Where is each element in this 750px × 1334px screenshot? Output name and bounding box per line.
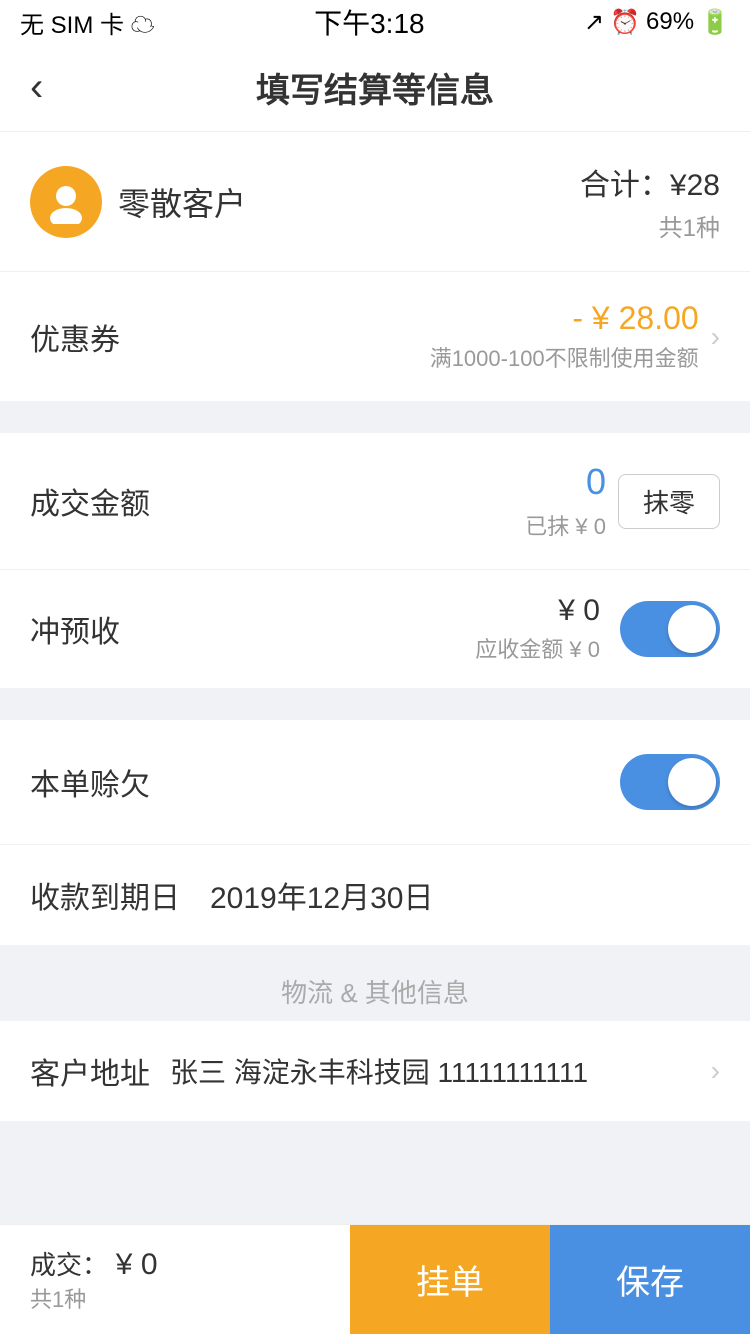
customer-left: 零散客户 — [30, 166, 246, 238]
nav-bar: ‹ 填写结算等信息 — [0, 44, 750, 132]
prepay-row: 冲预收 ¥ 0 应收金额 ¥ 0 — [0, 569, 750, 688]
hold-button[interactable]: 挂单 — [350, 1225, 550, 1334]
debt-row: 本单赊欠 — [0, 720, 750, 844]
debt-toggle-circle — [668, 758, 716, 806]
sim-status: 无 SIM 卡 ☁ — [20, 5, 155, 40]
coupon-desc: 满1000-100不限制使用金额 — [430, 341, 699, 373]
bottom-deal-amount: ¥ 0 — [116, 1248, 158, 1281]
prepay-right: ¥ 0 应收金额 ¥ 0 — [475, 594, 720, 664]
address-card: 客户地址 张三 海淀永丰科技园 11111111111 › — [0, 1021, 750, 1121]
main-content: 零散客户 合计：¥28 共1种 优惠券 - ¥ 28.00 满1000-100不… — [0, 132, 750, 1257]
round-zero-button[interactable]: 抹零 — [618, 474, 720, 529]
chevron-right-icon: › — [711, 321, 720, 353]
coupon-amount: - ¥ 28.00 — [430, 300, 699, 337]
section-divider-2 — [0, 704, 750, 720]
coupon-label: 优惠券 — [30, 315, 120, 359]
section-divider-1 — [0, 417, 750, 433]
bottom-deal-count: 共1种 — [30, 1282, 320, 1314]
prepay-toggle[interactable] — [620, 601, 720, 657]
coupon-row[interactable]: 优惠券 - ¥ 28.00 满1000-100不限制使用金额 › — [0, 271, 750, 401]
address-chevron-icon: › — [711, 1055, 720, 1087]
due-date-value: 2019年12月30日 — [210, 873, 433, 917]
save-button[interactable]: 保存 — [550, 1225, 750, 1334]
status-right: ↗ ⏰ 69% 🔋 — [584, 8, 730, 37]
prepay-values: ¥ 0 应收金额 ¥ 0 — [475, 594, 600, 664]
transaction-value-area: 0 已抹 ¥ 0 — [525, 461, 606, 541]
debt-label: 本单赊欠 — [30, 760, 150, 804]
customer-card: 零散客户 合计：¥28 共1种 优惠券 - ¥ 28.00 满1000-100不… — [0, 132, 750, 401]
prepay-amount: ¥ 0 — [475, 594, 600, 628]
prepay-receivable: 应收金额 ¥ 0 — [475, 632, 600, 664]
transaction-amount[interactable]: 0 — [525, 461, 606, 503]
battery-icon: 🔋 — [700, 8, 730, 37]
bottom-summary: 成交： ¥ 0 共1种 — [0, 1245, 350, 1314]
status-left: 无 SIM 卡 ☁ — [20, 5, 155, 40]
transaction-label: 成交金额 — [30, 479, 150, 523]
address-label: 客户地址 — [30, 1049, 150, 1093]
prepay-label: 冲预收 — [30, 607, 120, 651]
already-rounded: 已抹 ¥ 0 — [525, 509, 606, 541]
back-button[interactable]: ‹ — [30, 65, 43, 110]
bottom-deal-label: 成交： — [30, 1250, 108, 1280]
alarm-icon: ⏰ — [610, 8, 640, 37]
status-time: 下午3:18 — [314, 2, 425, 42]
bottom-deal-row: 成交： ¥ 0 — [30, 1245, 320, 1282]
logistics-section-header: 物流 & 其他信息 — [0, 961, 750, 1021]
address-row[interactable]: 客户地址 张三 海淀永丰科技园 11111111111 › — [0, 1021, 750, 1121]
logistics-label: 物流 & 其他信息 — [281, 973, 469, 1010]
coupon-right: - ¥ 28.00 满1000-100不限制使用金额 › — [430, 300, 720, 373]
total-count: 共1种 — [580, 208, 720, 243]
transaction-right: 0 已抹 ¥ 0 抹零 — [525, 461, 720, 541]
customer-name: 零散客户 — [118, 179, 246, 225]
bottom-bar: 成交： ¥ 0 共1种 挂单 保存 — [0, 1224, 750, 1334]
coupon-value: - ¥ 28.00 满1000-100不限制使用金额 — [430, 300, 699, 373]
status-bar: 无 SIM 卡 ☁ 下午3:18 ↗ ⏰ 69% 🔋 — [0, 0, 750, 44]
user-icon — [44, 180, 88, 224]
address-value: 张三 海淀永丰科技园 11111111111 — [170, 1051, 711, 1091]
total-amount: 合计：¥28 — [580, 160, 720, 204]
transaction-row: 成交金额 0 已抹 ¥ 0 抹零 — [0, 433, 750, 569]
debt-toggle[interactable] — [620, 754, 720, 810]
page-title: 填写结算等信息 — [256, 63, 494, 112]
toggle-circle — [668, 605, 716, 653]
transaction-card: 成交金额 0 已抹 ¥ 0 抹零 冲预收 ¥ 0 应收金额 ¥ 0 — [0, 433, 750, 688]
customer-summary: 合计：¥28 共1种 — [580, 160, 720, 243]
customer-row: 零散客户 合计：¥28 共1种 — [0, 132, 750, 271]
avatar — [30, 166, 102, 238]
due-date-row[interactable]: 收款到期日 2019年12月30日 — [0, 844, 750, 945]
battery-level: 69% — [646, 8, 694, 36]
debt-card: 本单赊欠 收款到期日 2019年12月30日 — [0, 720, 750, 945]
due-date-label: 收款到期日 — [30, 873, 180, 917]
location-icon: ↗ — [584, 8, 604, 37]
